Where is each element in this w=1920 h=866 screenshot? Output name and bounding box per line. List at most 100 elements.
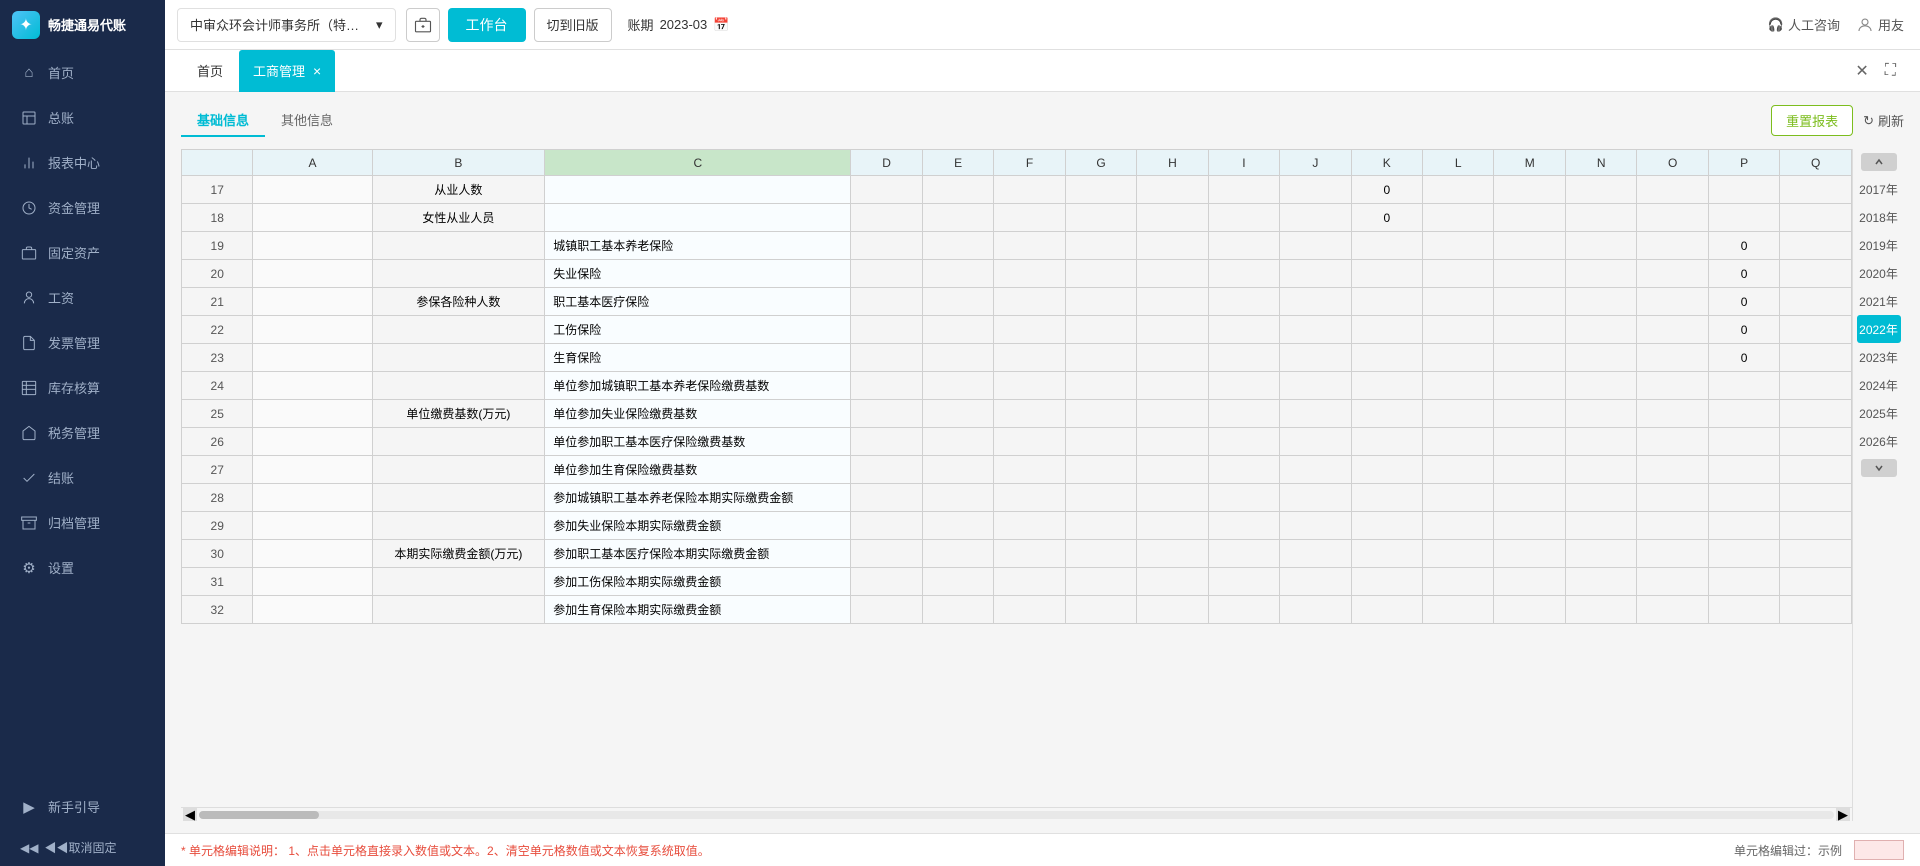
cell-j[interactable] <box>1280 316 1351 344</box>
cell-k[interactable] <box>1351 260 1422 288</box>
reset-report-button[interactable]: 重置报表 <box>1771 105 1853 136</box>
tab-gongshang[interactable]: 工商管理 × <box>239 50 335 92</box>
cell-l[interactable] <box>1423 176 1494 204</box>
cell-l[interactable] <box>1423 260 1494 288</box>
cell-e[interactable] <box>922 288 993 316</box>
scroll-right-button[interactable]: ▶ <box>1836 808 1850 822</box>
cell-a[interactable] <box>253 204 372 232</box>
cell-p[interactable] <box>1708 372 1779 400</box>
cell-b[interactable] <box>372 568 545 596</box>
cell-q[interactable] <box>1780 428 1852 456</box>
cell-p[interactable] <box>1708 484 1779 512</box>
cell-h[interactable] <box>1137 316 1208 344</box>
cell-i[interactable] <box>1208 400 1279 428</box>
cell-g[interactable] <box>1065 176 1136 204</box>
cell-d[interactable] <box>851 260 922 288</box>
cell-n[interactable] <box>1565 428 1636 456</box>
cell-l[interactable] <box>1423 288 1494 316</box>
cell-o[interactable] <box>1637 428 1708 456</box>
cell-l[interactable] <box>1423 484 1494 512</box>
cell-q[interactable] <box>1780 204 1852 232</box>
cell-e[interactable] <box>922 344 993 372</box>
sidebar-item-tax[interactable]: 税务管理 <box>0 410 165 455</box>
cell-b[interactable] <box>372 372 545 400</box>
cell-j[interactable] <box>1280 232 1351 260</box>
cell-j[interactable] <box>1280 540 1351 568</box>
cell-a[interactable] <box>253 232 372 260</box>
year-item[interactable]: 2022年 <box>1857 315 1901 343</box>
cell-c[interactable] <box>545 176 851 204</box>
cell-m[interactable] <box>1494 568 1565 596</box>
cell-e[interactable] <box>922 568 993 596</box>
cell-k[interactable]: 0 <box>1351 204 1422 232</box>
cell-b[interactable]: 本期实际缴费金额(万元) <box>372 540 545 568</box>
cell-i[interactable] <box>1208 428 1279 456</box>
cell-q[interactable] <box>1780 484 1852 512</box>
cell-e[interactable] <box>922 204 993 232</box>
cell-g[interactable] <box>1065 232 1136 260</box>
cell-l[interactable] <box>1423 540 1494 568</box>
cell-d[interactable] <box>851 288 922 316</box>
cell-a[interactable] <box>253 540 372 568</box>
cancel-fixed-button[interactable]: ◀◀ ◀◀取消固定 <box>0 829 165 866</box>
cell-q[interactable] <box>1780 344 1852 372</box>
cell-q[interactable] <box>1780 288 1852 316</box>
cell-h[interactable] <box>1137 344 1208 372</box>
scroll-left-button[interactable]: ◀ <box>183 808 197 822</box>
cell-l[interactable] <box>1423 316 1494 344</box>
cell-f[interactable] <box>994 344 1065 372</box>
year-item[interactable]: 2017年 <box>1857 175 1901 203</box>
cell-m[interactable] <box>1494 540 1565 568</box>
cell-c[interactable]: 城镇职工基本养老保险 <box>545 232 851 260</box>
cell-o[interactable] <box>1637 484 1708 512</box>
cell-c[interactable]: 单位参加职工基本医疗保险缴费基数 <box>545 428 851 456</box>
cell-n[interactable] <box>1565 512 1636 540</box>
cell-a[interactable] <box>253 372 372 400</box>
sidebar-item-close[interactable]: 结账 <box>0 455 165 500</box>
cell-f[interactable] <box>994 456 1065 484</box>
cell-c[interactable]: 失业保险 <box>545 260 851 288</box>
cell-g[interactable] <box>1065 484 1136 512</box>
cell-n[interactable] <box>1565 568 1636 596</box>
cell-a[interactable] <box>253 512 372 540</box>
cell-o[interactable] <box>1637 204 1708 232</box>
cell-i[interactable] <box>1208 456 1279 484</box>
cell-k[interactable] <box>1351 232 1422 260</box>
cell-l[interactable] <box>1423 344 1494 372</box>
cell-b[interactable] <box>372 596 545 624</box>
cell-o[interactable] <box>1637 372 1708 400</box>
cell-e[interactable] <box>922 400 993 428</box>
calendar-icon[interactable]: 📅 <box>713 17 729 33</box>
cell-j[interactable] <box>1280 596 1351 624</box>
cell-d[interactable] <box>851 596 922 624</box>
cell-n[interactable] <box>1565 176 1636 204</box>
cell-i[interactable] <box>1208 344 1279 372</box>
cell-i[interactable] <box>1208 232 1279 260</box>
year-item[interactable]: 2019年 <box>1857 231 1901 259</box>
cell-i[interactable] <box>1208 316 1279 344</box>
cell-b[interactable] <box>372 316 545 344</box>
cell-q[interactable] <box>1780 400 1852 428</box>
cell-n[interactable] <box>1565 344 1636 372</box>
cell-m[interactable] <box>1494 316 1565 344</box>
cell-n[interactable] <box>1565 372 1636 400</box>
cell-m[interactable] <box>1494 596 1565 624</box>
cell-o[interactable] <box>1637 596 1708 624</box>
cell-c[interactable]: 参加工伤保险本期实际缴费金额 <box>545 568 851 596</box>
cell-p[interactable] <box>1708 568 1779 596</box>
cell-k[interactable] <box>1351 400 1422 428</box>
cell-o[interactable] <box>1637 344 1708 372</box>
cell-l[interactable] <box>1423 204 1494 232</box>
cell-j[interactable] <box>1280 568 1351 596</box>
cell-f[interactable] <box>994 176 1065 204</box>
cell-d[interactable] <box>851 428 922 456</box>
cell-l[interactable] <box>1423 232 1494 260</box>
cell-j[interactable] <box>1280 428 1351 456</box>
cell-n[interactable] <box>1565 400 1636 428</box>
cell-b[interactable] <box>372 344 545 372</box>
cell-m[interactable] <box>1494 428 1565 456</box>
year-down-button[interactable] <box>1861 459 1897 477</box>
cell-m[interactable] <box>1494 484 1565 512</box>
cell-p[interactable]: 0 <box>1708 288 1779 316</box>
cell-e[interactable] <box>922 260 993 288</box>
